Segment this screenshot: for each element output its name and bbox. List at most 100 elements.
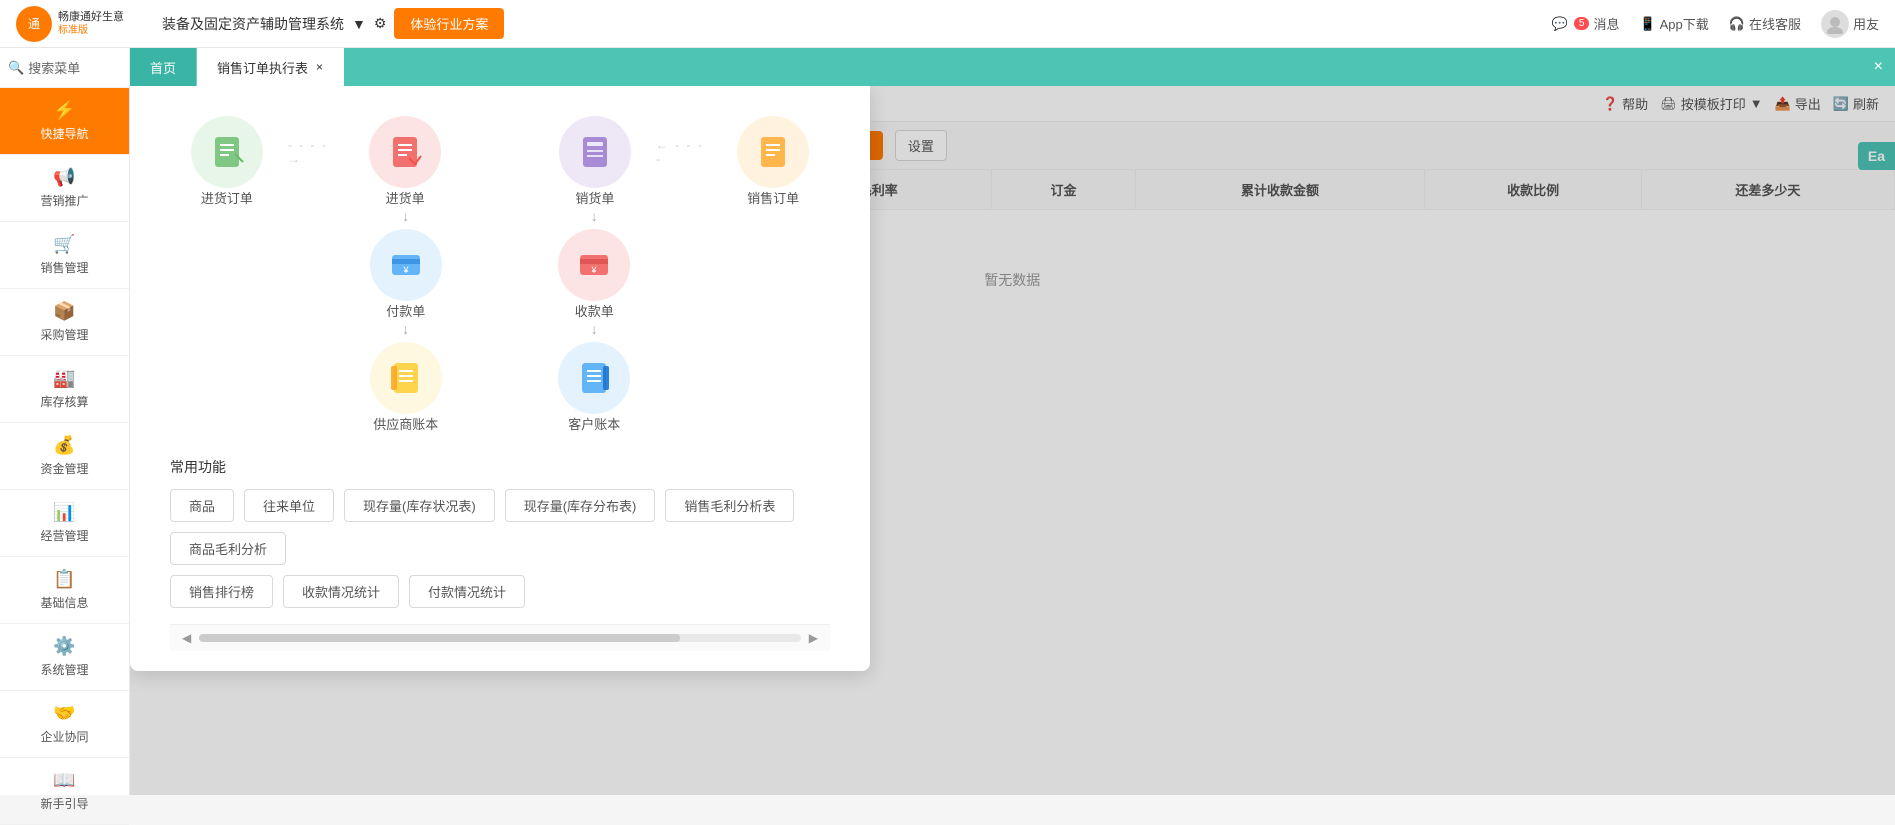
sales-icon: 🛒: [53, 234, 75, 255]
sidebar-search[interactable]: 🔍 搜索菜单: [0, 48, 129, 88]
common-btn-sales-analysis[interactable]: 销售毛利分析表: [665, 489, 794, 522]
user-label: 用友: [1853, 14, 1879, 33]
common-btn-partners[interactable]: 往来单位: [244, 489, 334, 522]
flow-col-sales-order: 销售订单: [716, 116, 830, 207]
popup-overlay[interactable]: 进货订单 - - - - →: [130, 86, 1895, 795]
sidebar-item-quick-nav[interactable]: ⚡ 快捷导航: [0, 88, 129, 155]
arrow-h-2: ← - - - -: [656, 138, 712, 166]
title-dropdown-arrow[interactable]: ▼: [352, 16, 366, 32]
purchase-bill-label: 进货单: [386, 188, 425, 207]
common-btn-receipt-stats[interactable]: 收款情况统计: [283, 575, 399, 608]
tab-bar: 首页 销售订单执行表 × ×: [130, 48, 1895, 86]
supplier-ledger-circle[interactable]: [370, 342, 442, 414]
sidebar-item-sales[interactable]: 🛒 销售管理: [0, 222, 129, 289]
main-layout: 🔍 搜索菜单 ⚡ 快捷导航 📢 营销推广 🛒 销售管理 📦 采购管理 🏭 库存核…: [0, 48, 1895, 795]
supplier-ledger-label: 供应商账本: [373, 414, 438, 433]
sidebar-item-cooperation[interactable]: 🤝 企业协同: [0, 691, 129, 758]
purchase-order-circle[interactable]: [191, 116, 263, 188]
sales-order-circle[interactable]: [737, 116, 809, 188]
flow-row-3: 供应商账本: [170, 342, 830, 433]
sidebar-item-basic-info[interactable]: 📋 基础信息: [0, 557, 129, 624]
common-btn-payment-stats[interactable]: 付款情况统计: [409, 575, 525, 608]
payment-circle[interactable]: ¥: [370, 229, 442, 301]
top-header: 通 畅康通好生意 标准版 装备及固定资产辅助管理系统 ▼ ⚙ 体验行业方案 💬 …: [0, 0, 1895, 48]
operations-icon: 📊: [53, 502, 75, 523]
app-logo-icon: 通: [16, 6, 52, 42]
content-area: 首页 销售订单执行表 × × ❓ 帮助 🖨 按模板打印 ▼: [130, 48, 1895, 795]
common-btn-goods[interactable]: 商品: [170, 489, 234, 522]
svg-text:¥: ¥: [402, 265, 409, 275]
system-title-area: 装备及固定资产辅助管理系统 ▼ ⚙ 体验行业方案: [146, 8, 1552, 39]
scroll-track[interactable]: [199, 634, 801, 642]
sidebar: 🔍 搜索菜单 ⚡ 快捷导航 📢 营销推广 🛒 销售管理 📦 采购管理 🏭 库存核…: [0, 48, 130, 795]
sidebar-item-finance[interactable]: 💰 资金管理: [0, 423, 129, 490]
trial-button[interactable]: 体验行业方案: [394, 8, 504, 39]
sidebar-item-beginner[interactable]: 📖 新手引导: [0, 758, 129, 825]
svg-text:通: 通: [28, 17, 40, 31]
flow-row-2: ¥ 付款单: [170, 229, 830, 320]
common-functions: 常用功能 商品 往来单位 现存量(库存状况表) 现存量(库存分布表) 销售毛利分…: [170, 457, 830, 608]
common-buttons-row-1: 商品 往来单位 现存量(库存状况表) 现存量(库存分布表) 销售毛利分析表 商品…: [170, 489, 830, 565]
receipt-circle[interactable]: ¥: [558, 229, 630, 301]
common-btn-inventory-dist[interactable]: 现存量(库存分布表): [505, 489, 656, 522]
common-btn-sales-rank[interactable]: 销售排行榜: [170, 575, 273, 608]
sidebar-item-purchase[interactable]: 📦 采购管理: [0, 289, 129, 356]
app-download-icon: 📱: [1639, 16, 1655, 32]
svg-text:¥: ¥: [591, 265, 598, 275]
flow-col-payment: ¥ 付款单: [349, 229, 462, 320]
purchase-order-label: 进货订单: [201, 188, 253, 207]
common-btn-goods-profit[interactable]: 商品毛利分析: [170, 532, 286, 565]
arrow-v-receipt: ↓: [591, 322, 598, 336]
arrow-v-payment: ↓: [402, 322, 409, 336]
scroll-left-arrow[interactable]: ◀: [182, 631, 191, 645]
online-service-item[interactable]: 🎧 在线客服: [1729, 14, 1801, 33]
sidebar-item-inventory[interactable]: 🏭 库存核算: [0, 356, 129, 423]
purchase-bill-circle[interactable]: [369, 116, 441, 188]
flow-col-sales-bill: 销货单: [538, 116, 652, 207]
common-btn-inventory-status[interactable]: 现存量(库存状况表): [344, 489, 495, 522]
flow-row-arrows: ↓ ↓: [170, 207, 830, 225]
purchase-icon: 📦: [53, 301, 75, 322]
online-service-icon: 🎧: [1729, 16, 1745, 32]
avatar: [1821, 10, 1849, 38]
sidebar-item-marketing[interactable]: 📢 营销推广: [0, 155, 129, 222]
scroll-thumb[interactable]: [199, 634, 680, 642]
flow-row-1: 进货订单 - - - - →: [170, 116, 830, 207]
sidebar-item-operations[interactable]: 📊 经营管理: [0, 490, 129, 557]
flow-col-purchase-order: 进货订单: [170, 116, 284, 207]
receipt-label: 收款单: [575, 301, 614, 320]
flow-diagram: 进货订单 - - - - →: [170, 116, 830, 433]
flow-col-customer-ledger: 客户账本: [538, 342, 651, 433]
settings-icon[interactable]: ⚙: [374, 15, 387, 32]
app-download-label: App下载: [1660, 14, 1709, 33]
quick-nav-icon: ⚡: [53, 100, 75, 121]
popup-panel: 进货订单 - - - - →: [130, 86, 870, 671]
arrow-v-sales: ↓: [591, 209, 598, 223]
flow-row-arrows2: ↓ ↓: [170, 320, 830, 338]
user-item[interactable]: 用友: [1821, 10, 1879, 38]
search-icon: 🔍: [8, 60, 24, 76]
tab-bar-close-icon[interactable]: ×: [1874, 58, 1883, 76]
sales-bill-label: 销货单: [575, 188, 614, 207]
logo-area: 通 畅康通好生意 标准版: [16, 6, 146, 42]
scroll-right-arrow[interactable]: ▶: [809, 631, 818, 645]
flow-col-receipt: ¥ 收款单: [538, 229, 651, 320]
beginner-icon: 📖: [53, 770, 75, 791]
message-label: 消息: [1593, 14, 1619, 33]
page-content: ❓ 帮助 🖨 按模板打印 ▼ 📤 导出 🔄 刷新: [130, 86, 1895, 795]
app-download-item[interactable]: 📱 App下载: [1639, 14, 1708, 33]
tab-sales-order[interactable]: 销售订单执行表 ×: [197, 48, 344, 86]
sales-bill-circle[interactable]: [559, 116, 631, 188]
tab-home[interactable]: 首页: [130, 48, 197, 86]
inventory-icon: 🏭: [53, 368, 75, 389]
arrow-h-1: - - - - →: [288, 138, 344, 166]
message-item[interactable]: 💬 5 消息: [1552, 14, 1620, 33]
basic-info-icon: 📋: [53, 569, 75, 590]
system-icon: ⚙️: [53, 636, 75, 657]
header-right: 💬 5 消息 📱 App下载 🎧 在线客服 用友: [1552, 10, 1879, 38]
customer-ledger-circle[interactable]: [558, 342, 630, 414]
sidebar-item-system[interactable]: ⚙️ 系统管理: [0, 624, 129, 691]
cooperation-icon: 🤝: [53, 703, 75, 724]
tab-close-icon[interactable]: ×: [316, 60, 323, 74]
online-service-label: 在线客服: [1749, 14, 1801, 33]
